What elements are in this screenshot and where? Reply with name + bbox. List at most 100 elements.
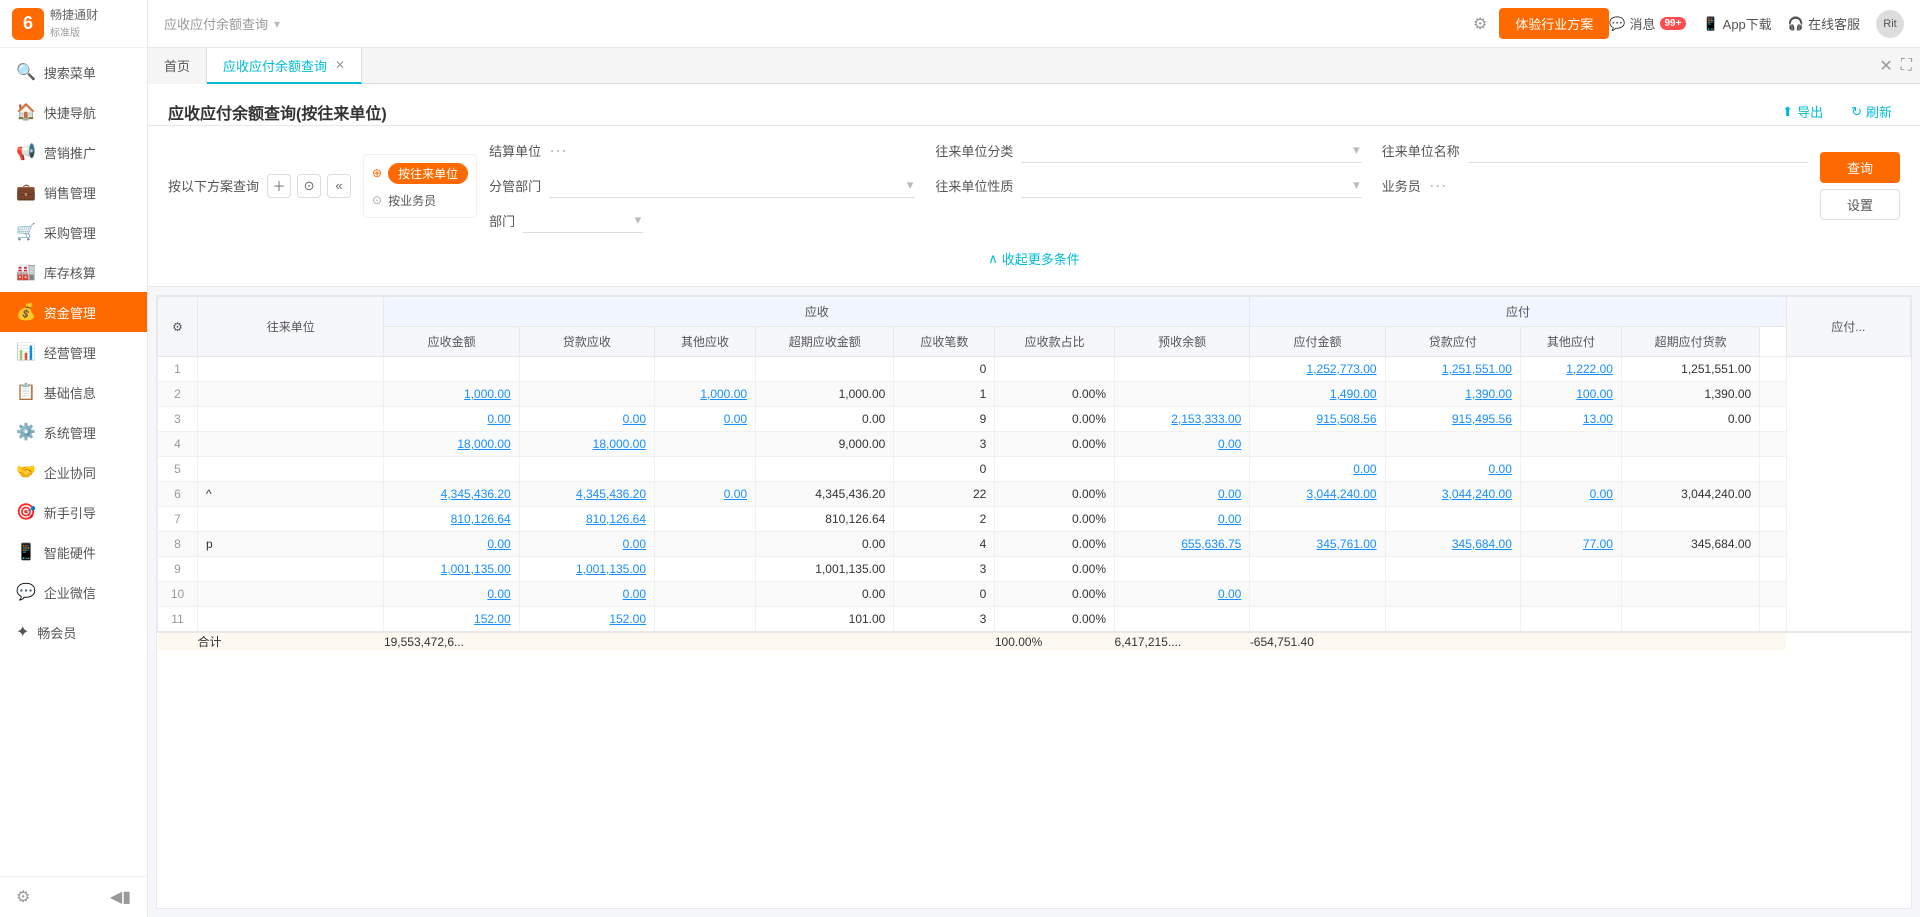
- refresh-button[interactable]: ↻ 刷新: [1843, 98, 1900, 125]
- ap-overdue-cell: 3,044,240.00: [1621, 482, 1759, 507]
- ar-ratio-cell: 0.00%: [995, 382, 1115, 407]
- ap-loan-cell[interactable]: 0.00: [1385, 457, 1520, 482]
- cta-button[interactable]: 体验行业方案: [1499, 8, 1609, 39]
- app-download-button[interactable]: 📱 App下载: [1702, 14, 1771, 33]
- ap-other-cell[interactable]: 100.00: [1520, 382, 1621, 407]
- sidebar-item-marketing[interactable]: 📢 营销推广: [0, 132, 147, 172]
- collapse-sidebar-icon[interactable]: ◀▮: [110, 887, 131, 907]
- customer-service-button[interactable]: 🎧 在线客服: [1788, 14, 1860, 33]
- sidebar-item-quick-nav[interactable]: 🏠 快捷导航: [0, 92, 147, 132]
- ar-prepay-cell[interactable]: 0.00: [1115, 507, 1250, 532]
- sidebar-item-wechat[interactable]: 💬 企业微信: [0, 572, 147, 612]
- ar-loan-cell[interactable]: 0.00: [519, 582, 654, 607]
- header-settings-icon[interactable]: ⚙: [1473, 14, 1487, 34]
- message-button[interactable]: 💬 消息 99+: [1609, 14, 1686, 33]
- settings-col-header[interactable]: ⚙: [158, 297, 198, 357]
- query-button[interactable]: 查询: [1820, 152, 1900, 183]
- footer-ap-amount: -654,751.40: [1250, 632, 1385, 650]
- wechat-icon: 💬: [16, 582, 36, 602]
- ap-loan-cell[interactable]: 345,684.00: [1385, 532, 1520, 557]
- ap-amount-cell[interactable]: 915,508.56: [1250, 407, 1385, 432]
- ap-amount-cell[interactable]: 0.00: [1250, 457, 1385, 482]
- ap-loan-cell[interactable]: 3,044,240.00: [1385, 482, 1520, 507]
- sidebar-item-enterprise[interactable]: 🤝 企业协同: [0, 452, 147, 492]
- ar-prepay-cell: [1115, 557, 1250, 582]
- department-dropdown[interactable]: ▾: [523, 208, 643, 233]
- collapse-scheme-button[interactable]: «: [327, 174, 351, 198]
- salesperson-dots[interactable]: ···: [1429, 175, 1447, 196]
- tab-home[interactable]: 首页: [148, 48, 207, 84]
- ap-amount-cell: [1250, 607, 1385, 633]
- dept-manager-dropdown[interactable]: ▾: [549, 173, 915, 198]
- ar-loan-cell[interactable]: 810,126.64: [519, 507, 654, 532]
- ar-other-cell: [655, 607, 756, 633]
- ar-amount-cell[interactable]: 4,345,436.20: [384, 482, 519, 507]
- ap-other-cell[interactable]: 0.00: [1520, 482, 1621, 507]
- ar-amount-cell[interactable]: 810,126.64: [384, 507, 519, 532]
- partner-nature-dropdown[interactable]: ▾: [1021, 173, 1361, 198]
- ap-amount-cell[interactable]: 345,761.00: [1250, 532, 1385, 557]
- ar-amount-cell[interactable]: 152.00: [384, 607, 519, 633]
- sidebar-item-purchase[interactable]: 🛒 采购管理: [0, 212, 147, 252]
- tab-expand-icon[interactable]: ⛶: [1901, 57, 1912, 75]
- sidebar-item-sales[interactable]: 💼 销售管理: [0, 172, 147, 212]
- sidebar-item-guide[interactable]: 🎯 新手引导: [0, 492, 147, 532]
- sidebar-item-search-menu[interactable]: 🔍 搜索菜单: [0, 52, 147, 92]
- user-menu[interactable]: Rit: [1876, 10, 1904, 38]
- view-by-partner[interactable]: ⊕ 按往来单位: [372, 159, 468, 188]
- ar-amount-cell[interactable]: 0.00: [384, 582, 519, 607]
- ap-amount-cell[interactable]: 1,490.00: [1250, 382, 1385, 407]
- ar-prepay-cell[interactable]: 0.00: [1115, 482, 1250, 507]
- ar-amount-cell[interactable]: 1,000.00: [384, 382, 519, 407]
- sidebar-item-inventory[interactable]: 🏭 库存核算: [0, 252, 147, 292]
- view-by-staff[interactable]: ⊙ 按业务员: [372, 188, 468, 213]
- ap-loan-cell[interactable]: 1,251,551.00: [1385, 357, 1520, 382]
- partner-category-dropdown[interactable]: ▾: [1021, 138, 1361, 163]
- ar-loan-cell[interactable]: 4,345,436.20: [519, 482, 654, 507]
- ar-loan-cell[interactable]: 0.00: [519, 407, 654, 432]
- ar-loan-cell[interactable]: 152.00: [519, 607, 654, 633]
- sidebar-item-business[interactable]: 📊 经营管理: [0, 332, 147, 372]
- ap-loan-cell[interactable]: 1,390.00: [1385, 382, 1520, 407]
- sidebar-item-base-info[interactable]: 📋 基础信息: [0, 372, 147, 412]
- ap-loan-cell[interactable]: 915,495.56: [1385, 407, 1520, 432]
- export-button[interactable]: ⬆ 导出: [1774, 98, 1831, 125]
- ap-other-cell[interactable]: 13.00: [1520, 407, 1621, 432]
- add-scheme-button[interactable]: ＋: [267, 174, 291, 198]
- sidebar-item-member[interactable]: ✦ 畅会员: [0, 612, 147, 652]
- tab-close-icon[interactable]: ✕: [335, 58, 345, 72]
- ar-amount-cell[interactable]: 1,001,135.00: [384, 557, 519, 582]
- ap-amount-cell[interactable]: 3,044,240.00: [1250, 482, 1385, 507]
- ar-loan-cell[interactable]: 1,001,135.00: [519, 557, 654, 582]
- ar-other-cell[interactable]: 0.00: [655, 407, 756, 432]
- ar-other-cell[interactable]: 0.00: [655, 482, 756, 507]
- collapse-button[interactable]: ∧ 收起更多条件: [168, 243, 1900, 274]
- ar-prepay-cell[interactable]: 0.00: [1115, 582, 1250, 607]
- ap-other-cell[interactable]: 77.00: [1520, 532, 1621, 557]
- ap-amount-cell[interactable]: 1,252,773.00: [1250, 357, 1385, 382]
- settlement-unit-dots[interactable]: ···: [549, 140, 567, 161]
- settings-button[interactable]: 设置: [1820, 189, 1900, 220]
- ap-other-cell[interactable]: 1,222.00: [1520, 357, 1621, 382]
- ar-prepay-cell[interactable]: 2,153,333.00: [1115, 407, 1250, 432]
- partner-name-input[interactable]: [1468, 139, 1808, 163]
- sidebar-item-finance[interactable]: 💰 资金管理: [0, 292, 147, 332]
- ar-amount-cell[interactable]: 0.00: [384, 532, 519, 557]
- ar-prepay-cell[interactable]: 655,636.75: [1115, 532, 1250, 557]
- settings-footer-icon[interactable]: ⚙: [16, 887, 30, 907]
- table-wrapper[interactable]: ⚙ 往来单位 应收 应付 应付... 应收金额 贷款应收 其他应收 超期应收金额…: [157, 296, 1911, 908]
- ar-other-cell[interactable]: 1,000.00: [655, 382, 756, 407]
- edit-scheme-button[interactable]: ⊙: [297, 174, 321, 198]
- footer-ap-more: [1760, 632, 1786, 650]
- ar-loan-cell[interactable]: 0.00: [519, 532, 654, 557]
- ar-amount-cell[interactable]: 18,000.00: [384, 432, 519, 457]
- row-num-cell: 4: [158, 432, 198, 457]
- partner-name-cell: [198, 607, 384, 633]
- ar-amount-cell[interactable]: 0.00: [384, 407, 519, 432]
- sidebar-item-system[interactable]: ⚙️ 系统管理: [0, 412, 147, 452]
- ar-loan-cell[interactable]: 18,000.00: [519, 432, 654, 457]
- tab-ar-balance[interactable]: 应收应付余额查询 ✕: [207, 48, 362, 84]
- sidebar-item-hardware[interactable]: 📱 智能硬件: [0, 532, 147, 572]
- ar-prepay-cell[interactable]: 0.00: [1115, 432, 1250, 457]
- tab-close-all-icon[interactable]: ✕: [1879, 56, 1892, 76]
